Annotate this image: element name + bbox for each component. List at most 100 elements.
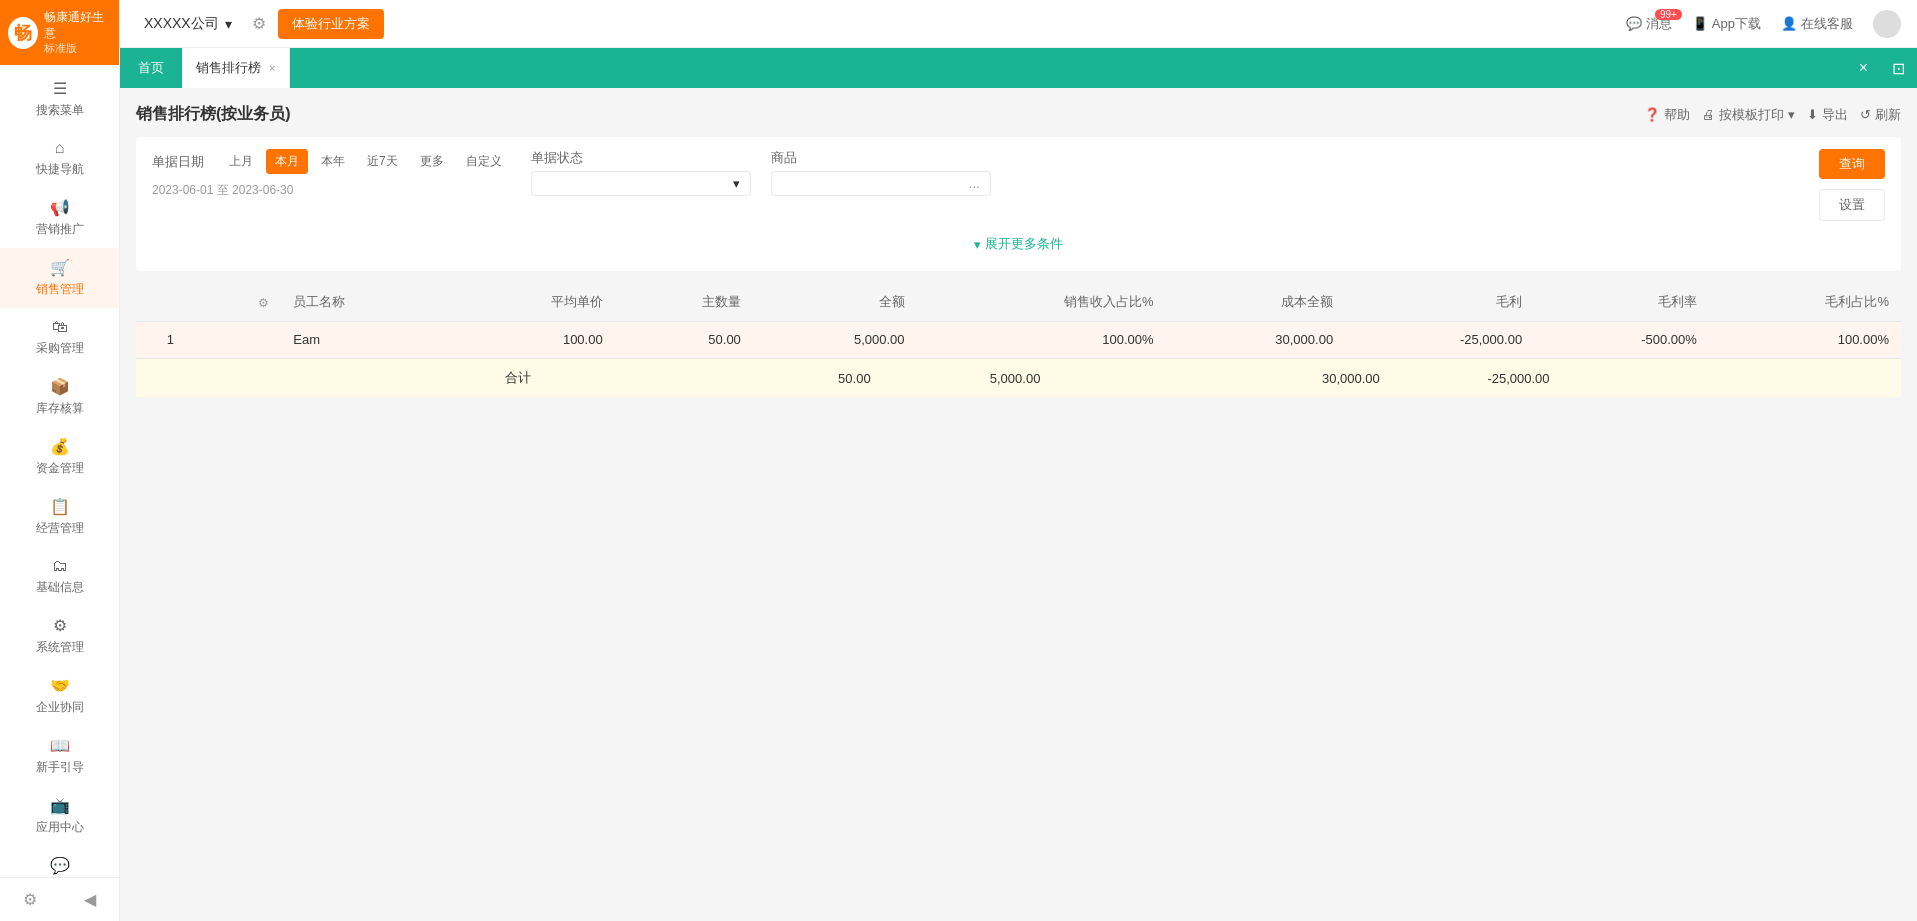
tab-sales-ranking[interactable]: 销售排行榜 × (182, 48, 290, 88)
guide-icon: 📖 (50, 736, 70, 755)
footer-cell: -25,000.00 (1392, 371, 1562, 386)
export-btn[interactable]: ⬇ 导出 (1807, 106, 1848, 124)
sidebar-item-purchase[interactable]: 🛍采购管理 (0, 308, 119, 367)
collapse-btn[interactable]: ◀ (84, 890, 96, 909)
status-select[interactable]: ▾ (531, 171, 751, 196)
print-btn[interactable]: 🖨 按模板打印 ▾ (1702, 106, 1795, 124)
status-label: 单据状态 (531, 149, 583, 167)
trial-button[interactable]: 体验行业方案 (278, 9, 384, 39)
cell-name: Eam (281, 322, 448, 358)
sidebar-label-search: 搜索菜单 (36, 102, 84, 119)
date-btn-上月[interactable]: 上月 (220, 149, 262, 174)
settings-button[interactable]: 设置 (1819, 189, 1885, 221)
sidebar-item-management[interactable]: 📋经营管理 (0, 487, 119, 547)
sidebar-item-marketing[interactable]: 📢营销推广 (0, 188, 119, 248)
cell-settings (205, 322, 282, 358)
data-table: ⚙员工名称平均单价主数量全额销售收入占比%成本全额毛利毛利率毛利占比% 1Eam… (136, 283, 1901, 358)
date-filter-row: 单据日期 上月本月本年近7天更多自定义 (152, 149, 511, 174)
col-header-quantity: 主数量 (615, 283, 753, 322)
restore-window-btn[interactable]: ⊡ (1880, 48, 1917, 88)
cell-profit_pct: 100.00% (1709, 322, 1901, 358)
inventory-icon: 📦 (50, 377, 70, 396)
date-btn-更多[interactable]: 更多 (411, 149, 453, 174)
goods-dots[interactable]: ... (969, 176, 980, 191)
tab-close-icon[interactable]: × (269, 62, 275, 74)
sidebar-label-finance: 资金管理 (36, 460, 84, 477)
sidebar: 畅 畅康通好生意 标准版 ☰搜索菜单⌂快捷导航📢营销推广🛒销售管理🛍采购管理📦库… (0, 0, 120, 921)
date-btn-近7天[interactable]: 近7天 (358, 149, 407, 174)
date-btn-本年[interactable]: 本年 (312, 149, 354, 174)
date-filter-label: 单据日期 (152, 153, 204, 171)
sidebar-item-collab[interactable]: 🤝 企业协同 (0, 666, 119, 726)
sidebar-item-search[interactable]: ☰搜索菜单 (0, 69, 119, 129)
chevron-down-expand-icon: ▾ (974, 237, 981, 252)
sidebar-label-collab: 企业协同 (36, 699, 84, 716)
header-actions: ❓ 帮助 🖨 按模板打印 ▾ ⬇ 导出 ↺ 刷新 (1644, 106, 1901, 124)
export-icon: ⬇ (1807, 107, 1818, 122)
goods-filter-col: 商品 ... (771, 149, 991, 196)
message-btn[interactable]: 💬 消息 99+ (1626, 15, 1672, 33)
collab-icon: 🤝 (50, 676, 70, 695)
mobile-icon: 📱 (1692, 16, 1708, 31)
sidebar-item-finance[interactable]: 💰资金管理 (0, 427, 119, 487)
page-title: 销售排行榜(按业务员) (136, 104, 291, 125)
sidebar-item-system[interactable]: ⚙ 系统管理 (0, 606, 119, 666)
date-btn-自定义[interactable]: 自定义 (457, 149, 511, 174)
cell-profit: -25,000.00 (1345, 322, 1534, 358)
sidebar-label-system: 系统管理 (36, 639, 84, 656)
sidebar-label-nav: 快捷导航 (36, 161, 84, 178)
sidebar-label-management: 经营管理 (36, 520, 84, 537)
sidebar-label-guide: 新手引导 (36, 759, 84, 776)
cell-cost: 30,000.00 (1166, 322, 1346, 358)
col-header-settings: ⚙ (205, 283, 282, 322)
date-buttons: 上月本月本年近7天更多自定义 (220, 149, 511, 174)
table-body: 1Eam100.0050.005,000.00100.00%30,000.00-… (136, 322, 1901, 358)
col-header-profit: 毛利 (1345, 283, 1534, 322)
company-selector[interactable]: XXXXX公司 ▾ (136, 11, 240, 37)
content-area: 销售排行榜(按业务员) ❓ 帮助 🖨 按模板打印 ▾ ⬇ 导出 ↺ 刷新 (120, 88, 1917, 921)
data-table-wrap: ⚙员工名称平均单价主数量全额销售收入占比%成本全额毛利毛利率毛利占比% 1Eam… (136, 283, 1901, 397)
col-header-avg_price: 平均单价 (448, 283, 615, 322)
sidebar-item-sales[interactable]: 🛒销售管理 (0, 248, 119, 308)
sidebar-label-sales: 销售管理 (36, 281, 84, 298)
base-icon: 🗂 (52, 557, 68, 575)
goods-input-wrap[interactable]: ... (771, 171, 991, 196)
purchase-icon: 🛍 (52, 318, 68, 336)
help-btn[interactable]: ❓ 帮助 (1644, 106, 1690, 124)
refresh-btn[interactable]: ↺ 刷新 (1860, 106, 1901, 124)
topbar-right: 💬 消息 99+ 📱 App下载 👤 在线客服 (1626, 10, 1901, 38)
app-download-btn[interactable]: 📱 App下载 (1692, 15, 1761, 33)
footer-cell: 30,000.00 (1222, 371, 1392, 386)
settings-col-icon[interactable]: ⚙ (258, 296, 269, 310)
sidebar-logo: 畅 畅康通好生意 标准版 (0, 0, 119, 65)
sidebar-item-apps[interactable]: 📺应用中心 (0, 786, 119, 846)
company-name: XXXXX公司 (144, 15, 219, 33)
col-header-profit_rate: 毛利率 (1534, 283, 1709, 322)
print-icon: 🖨 (1702, 107, 1715, 122)
logo-icon: 畅 (8, 17, 38, 49)
user-avatar[interactable] (1873, 10, 1901, 38)
cell-index: 1 (136, 322, 205, 358)
sidebar-item-wechat[interactable]: 💬企业微信 (0, 846, 119, 877)
page-header: 销售排行榜(按业务员) ❓ 帮助 🖨 按模板打印 ▾ ⬇ 导出 ↺ 刷新 (136, 104, 1901, 125)
expand-conditions-btn[interactable]: ▾ 展开更多条件 (152, 229, 1885, 259)
online-service-btn[interactable]: 👤 在线客服 (1781, 15, 1853, 33)
sidebar-item-inventory[interactable]: 📦库存核算 (0, 367, 119, 427)
marketing-icon: 📢 (50, 198, 70, 217)
apps-icon: 📺 (50, 796, 70, 815)
system-icon: ⚙ (53, 616, 67, 635)
topbar-gear-icon[interactable]: ⚙ (252, 14, 266, 33)
close-window-btn[interactable]: × (1847, 48, 1880, 88)
sidebar-item-base[interactable]: 🗂基础信息 (0, 547, 119, 606)
refresh-icon: ↺ (1860, 107, 1871, 122)
settings-footer-btn[interactable]: ⚙ (23, 890, 37, 909)
query-button[interactable]: 查询 (1819, 149, 1885, 179)
sidebar-item-nav[interactable]: ⌂快捷导航 (0, 129, 119, 188)
sidebar-nav: ☰搜索菜单⌂快捷导航📢营销推广🛒销售管理🛍采购管理📦库存核算💰资金管理📋经营管理… (0, 65, 119, 877)
col-header-name: 员工名称 (281, 283, 448, 322)
tab-home[interactable]: 首页 (120, 48, 182, 88)
question-icon: ❓ (1644, 107, 1660, 122)
date-btn-本月[interactable]: 本月 (266, 149, 308, 174)
sidebar-item-guide[interactable]: 📖 新手引导 (0, 726, 119, 786)
status-chevron-icon: ▾ (733, 176, 740, 191)
